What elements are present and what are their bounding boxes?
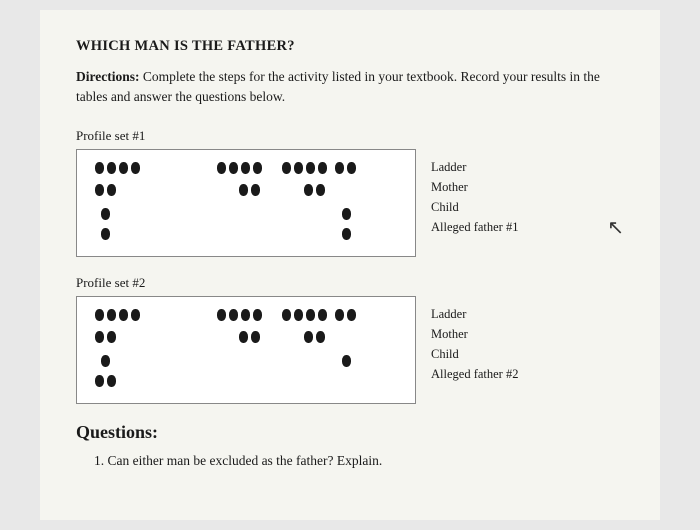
profile2-label: Profile set #2 (76, 275, 624, 291)
directions-text: Complete the steps for the activity list… (76, 69, 600, 104)
directions-bold-label: Directions: (76, 69, 140, 84)
label-ladder-2: Ladder (431, 306, 518, 322)
label-child-2: Child (431, 346, 518, 362)
profile1-gel-wrapper: Ladder Mother Child Alleged father #1 (76, 149, 624, 257)
label-child-1: Child (431, 199, 518, 215)
profile2-gel-box (76, 296, 416, 404)
label-mother-1: Mother (431, 179, 518, 195)
label-alleged-father-1: Alleged father #1 (431, 219, 518, 235)
profile1-bands (87, 158, 407, 248)
profile2-gel-wrapper: Ladder Mother Child Alleged father #2 (76, 296, 624, 404)
main-title: WHICH MAN IS THE FATHER? (76, 38, 624, 55)
cursor-arrow: ↖ (607, 215, 624, 240)
directions: Directions: Complete the steps for the a… (76, 67, 624, 108)
profile1-side-labels: Ladder Mother Child Alleged father #1 (431, 159, 518, 236)
label-mother-2: Mother (431, 326, 518, 342)
profile2-bands (87, 305, 407, 395)
profile1-label: Profile set #1 (76, 128, 624, 144)
label-alleged-father-2: Alleged father #2 (431, 366, 518, 382)
profile2-side-labels: Ladder Mother Child Alleged father #2 (431, 306, 518, 383)
page: WHICH MAN IS THE FATHER? Directions: Com… (40, 10, 660, 520)
question1: 1. Can either man be excluded as the fat… (94, 453, 624, 469)
profile1-gel-box (76, 149, 416, 257)
label-ladder-1: Ladder (431, 159, 518, 175)
questions-title: Questions: (76, 422, 624, 443)
